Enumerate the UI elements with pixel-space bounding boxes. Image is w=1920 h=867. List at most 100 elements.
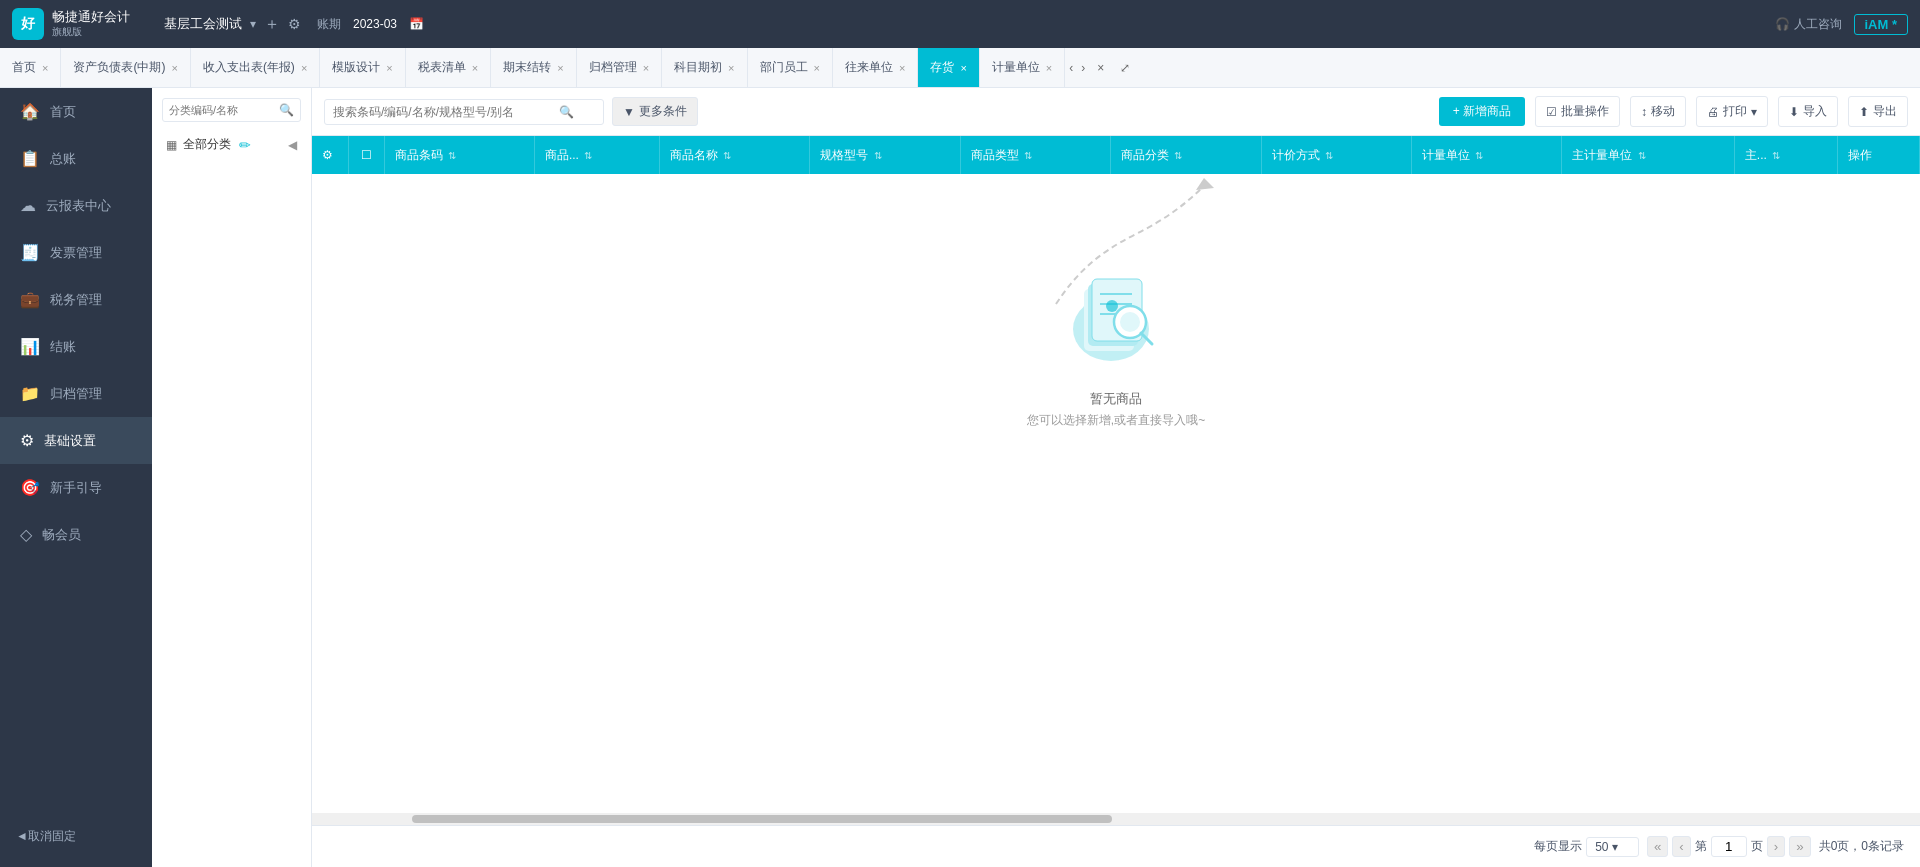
archive-icon: 📁 [20,384,40,403]
edit-category-icon[interactable]: ✏ [239,137,251,153]
sidebar-item-reports[interactable]: ☁ 云报表中心 [0,182,152,229]
sort-icon[interactable]: ⇅ [1325,150,1333,161]
category-search-box[interactable]: 🔍 [162,98,301,122]
sidebar-item-ledger[interactable]: 📋 总账 [0,135,152,182]
sidebar-label: 新手引导 [50,479,102,497]
export-btn[interactable]: ⬆ 导出 [1848,96,1908,127]
sort-icon[interactable]: ⇅ [874,150,882,161]
tab-close-icon[interactable]: × [814,62,820,74]
sort-icon[interactable]: ⇅ [448,150,456,161]
move-label: 移动 [1651,103,1675,120]
tab-close-icon[interactable]: × [557,62,563,74]
first-page-btn[interactable]: « [1647,836,1668,857]
batch-ops-btn[interactable]: ☑ 批量操作 [1535,96,1620,127]
sidebar-item-close[interactable]: 📊 结账 [0,323,152,370]
next-page-btn[interactable]: › [1767,836,1785,857]
tab-close-icon[interactable]: × [899,62,905,74]
tab-存货[interactable]: 存货 × [918,48,979,88]
sort-icon[interactable]: ⇅ [584,150,592,161]
sidebar-item-archive[interactable]: 📁 归档管理 [0,370,152,417]
all-category-item[interactable]: ▦ 全部分类 ✏ ◀ [162,130,301,159]
tab-close-all-btn[interactable]: × [1089,61,1112,75]
tab-期末结转[interactable]: 期末结转 × [491,48,576,88]
search-submit-icon[interactable]: 🔍 [559,105,574,119]
content-wrapper: 🔍 ▦ 全部分类 ✏ ◀ 🔍 ▼ [152,88,1920,867]
page-size-dropdown[interactable]: 50 ▾ [1586,837,1639,857]
batch-label: 批量操作 [1561,103,1609,120]
tab-expand-btn[interactable]: ⤢ [1112,61,1138,75]
main-content: 🏠 首页 📋 总账 ☁ 云报表中心 🧾 发票管理 💼 税务管理 📊 结账 📁 归… [0,88,1920,867]
sort-icon[interactable]: ⇅ [1475,150,1483,161]
dropdown-icon[interactable]: ▾ [250,17,256,31]
tab-close-icon[interactable]: × [728,62,734,74]
unpin-btn[interactable]: ◄取消固定 [0,818,152,855]
human-service-btn[interactable]: 🎧 人工咨询 [1775,16,1842,33]
tab-close-icon[interactable]: × [960,62,966,74]
sort-icon[interactable]: ⇅ [1024,150,1032,161]
tab-next-btn[interactable]: › [1077,61,1089,75]
tab-收入支出表[interactable]: 收入支出表(年报) × [191,48,320,88]
page-size-select[interactable]: 每页显示 50 ▾ [1534,837,1639,857]
tab-prev-btn[interactable]: ‹ [1065,61,1077,75]
settings-icon: ⚙ [20,431,34,450]
tab-close-icon[interactable]: × [386,62,392,74]
calendar-icon[interactable]: 📅 [409,17,424,31]
sort-icon[interactable]: ⇅ [1772,150,1780,161]
tab-close-icon[interactable]: × [301,62,307,74]
prev-page-btn[interactable]: ‹ [1672,836,1690,857]
sidebar-item-member[interactable]: ◇ 畅会员 [0,511,152,558]
tab-部门员工[interactable]: 部门员工 × [748,48,833,88]
print-btn[interactable]: 🖨 打印 ▾ [1696,96,1768,127]
tab-close-icon[interactable]: × [1046,62,1052,74]
tab-往来单位[interactable]: 往来单位 × [833,48,918,88]
settings-icon[interactable]: ⚙ [288,16,301,32]
th-settings[interactable]: ⚙ [312,136,348,174]
org-name[interactable]: 基层工会测试 [164,15,242,33]
last-page-btn[interactable]: » [1789,836,1810,857]
tab-归档管理[interactable]: 归档管理 × [577,48,662,88]
tab-label: 归档管理 [589,59,637,76]
tab-label: 模版设计 [332,59,380,76]
sidebar-item-tax[interactable]: 💼 税务管理 [0,276,152,323]
tab-close-icon[interactable]: × [472,62,478,74]
tab-资产负债表[interactable]: 资产负债表(中期) × [61,48,190,88]
tab-科目期初[interactable]: 科目期初 × [662,48,747,88]
tab-税表清单[interactable]: 税表清单 × [406,48,491,88]
left-panel: 🔍 ▦ 全部分类 ✏ ◀ [152,88,312,867]
sidebar-item-basic-settings[interactable]: ⚙ 基础设置 [0,417,152,464]
product-search-box[interactable]: 🔍 [324,99,604,125]
sidebar-label: 发票管理 [50,244,102,262]
move-btn[interactable]: ↕ 移动 [1630,96,1686,127]
tab-close-icon[interactable]: × [171,62,177,74]
iam-badge[interactable]: iAM * [1854,14,1909,35]
tab-首页[interactable]: 首页 × [0,48,61,88]
tab-模版设计[interactable]: 模版设计 × [320,48,405,88]
th-checkbox[interactable]: ☐ [348,136,384,174]
tab-计量单位[interactable]: 计量单位 × [980,48,1065,88]
export-label: 导出 [1873,103,1897,120]
add-product-btn[interactable]: + 新增商品 [1439,97,1525,126]
sort-icon[interactable]: ⇅ [1638,150,1646,161]
page-number-input[interactable] [1711,836,1747,857]
add-org-icon[interactable]: ＋ [264,14,280,35]
category-search-input[interactable] [169,104,279,116]
sidebar-item-invoice[interactable]: 🧾 发票管理 [0,229,152,276]
horizontal-scrollbar[interactable] [312,813,1920,825]
sort-icon[interactable]: ⇅ [723,150,731,161]
product-search-input[interactable] [333,105,553,119]
sort-icon[interactable]: ⇅ [1174,150,1182,161]
import-btn[interactable]: ⬇ 导入 [1778,96,1838,127]
filter-icon: ▼ [623,105,635,119]
tab-close-icon[interactable]: × [42,62,48,74]
sidebar-item-guide[interactable]: 🎯 新手引导 [0,464,152,511]
scrollbar-thumb[interactable] [412,815,1112,823]
collapse-icon[interactable]: ◀ [288,138,297,152]
th-category: 商品分类 ⇅ [1111,136,1261,174]
th-main2-label: 主... [1745,148,1767,162]
more-filter-btn[interactable]: ▼ 更多条件 [612,97,698,126]
th-barcode: 商品条码 ⇅ [384,136,534,174]
tab-label: 往来单位 [845,59,893,76]
tab-close-icon[interactable]: × [643,62,649,74]
sidebar-label: 畅会员 [42,526,81,544]
sidebar-item-home[interactable]: 🏠 首页 [0,88,152,135]
